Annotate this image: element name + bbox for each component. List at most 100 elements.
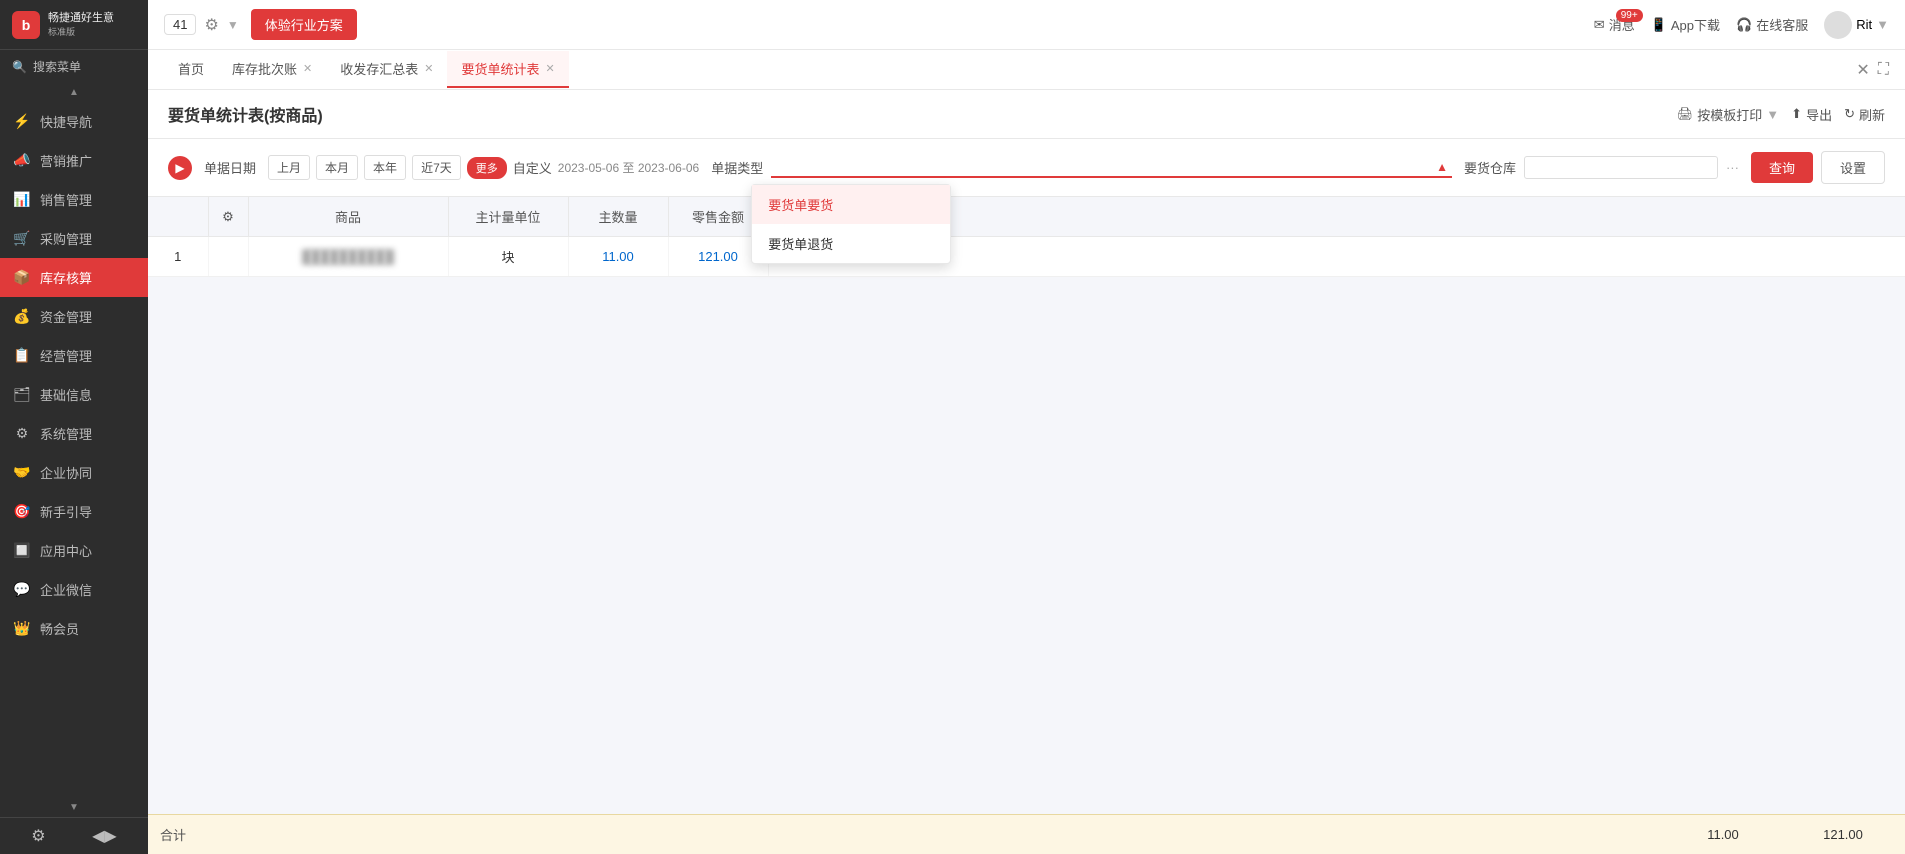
table-settings-icon[interactable]: ⚙: [222, 209, 234, 224]
sidebar-item-basic[interactable]: 🗂 基础信息: [0, 375, 148, 414]
filter-last-7days[interactable]: 近7天: [412, 155, 461, 180]
sidebar-item-operations[interactable]: 📋 经营管理: [0, 336, 148, 375]
online-service-btn[interactable]: 🎧 在线客服: [1736, 15, 1808, 34]
page-title-bar: 要货单统计表(按商品) 🖨 按模板打印 ▼ ⬆ 导出 ↻ 刷新: [148, 90, 1905, 139]
filter-expand-btn[interactable]: ▶: [168, 156, 192, 180]
filter-bar: ▶ 单据日期 上月 本月 本年 近7天 更多 自定义 2023-05-06 至 …: [148, 139, 1905, 197]
tab-fullscreen[interactable]: ⛶: [1878, 61, 1889, 79]
tab-order-stats-label: 要货单统计表: [461, 59, 539, 78]
refresh-btn[interactable]: ↻ 刷新: [1844, 105, 1885, 124]
warehouse-filter-label: 要货仓库: [1464, 158, 1516, 177]
app-download-btn[interactable]: 📱 App下载: [1651, 15, 1720, 34]
th-unit: 主计量单位: [448, 197, 568, 237]
type-select-arrow[interactable]: ▲: [1436, 160, 1448, 174]
app-download-icon: 📱: [1651, 17, 1667, 33]
sidebar-item-inventory[interactable]: 📦 库存核算: [0, 258, 148, 297]
warehouse-more-icon[interactable]: ···: [1726, 160, 1739, 175]
sidebar-item-label: 企业协同: [40, 463, 92, 482]
header-tab-info: 41 ⚙ ▼: [164, 14, 239, 35]
footer-amount: 121.00: [1793, 827, 1893, 842]
td-index: 1: [148, 237, 208, 277]
print-btn[interactable]: 🖨 按模板打印 ▼: [1677, 105, 1779, 124]
sidebar-scroll-down[interactable]: ▼: [0, 798, 148, 817]
tab-bar-actions: ✕ ⛶: [1856, 60, 1889, 80]
inventory-icon: 📦: [12, 269, 32, 286]
tab-home[interactable]: 首页: [164, 51, 218, 88]
filter-this-month[interactable]: 本月: [316, 155, 358, 180]
page-actions: 🖨 按模板打印 ▼ ⬆ 导出 ↻ 刷新: [1677, 105, 1885, 124]
data-table: ⚙ 商品 主计量单位 主数量 零售金额 1 ██████████: [148, 197, 1905, 277]
print-dropdown-icon: ▼: [1766, 107, 1779, 122]
filter-more-btn[interactable]: 更多: [467, 157, 507, 179]
type-dropdown-menu: 要货单要货 要货单退货: [751, 184, 951, 264]
sidebar-item-purchase[interactable]: 🛒 采购管理: [0, 219, 148, 258]
sidebar-logo: b 畅捷通好生意 标准版: [0, 0, 148, 50]
sidebar-item-quick-nav[interactable]: ⚡ 快捷导航: [0, 102, 148, 141]
sidebar-item-wechat[interactable]: 💬 企业微信: [0, 570, 148, 609]
footer-quantity: 11.00: [1673, 827, 1773, 842]
type-select-trigger[interactable]: ▲: [771, 158, 1452, 178]
sidebar-item-label: 应用中心: [40, 541, 92, 560]
export-icon: ⬆: [1791, 106, 1802, 122]
sidebar-item-label: 销售管理: [40, 190, 92, 209]
sidebar-item-label: 快捷导航: [40, 112, 92, 131]
table-row: 1 ██████████ 块 11.00 121.00: [148, 237, 1905, 277]
search-icon: 🔍: [12, 60, 27, 74]
sidebar-item-finance[interactable]: 💰 资金管理: [0, 297, 148, 336]
user-area[interactable]: Rit ▼: [1824, 11, 1889, 39]
message-btn[interactable]: ✉ 消息 99+: [1594, 15, 1635, 34]
tab-order-stats-close[interactable]: ✕: [546, 62, 555, 75]
tab-batch-account[interactable]: 库存批次账 ✕: [218, 51, 326, 88]
user-name: Rit: [1856, 17, 1872, 32]
th-quantity: 主数量: [568, 197, 668, 237]
content-area: 要货单统计表(按商品) 🖨 按模板打印 ▼ ⬆ 导出 ↻ 刷新 ▶: [148, 90, 1905, 854]
filter-custom-btn[interactable]: 自定义: [513, 158, 552, 177]
sidebar-item-marketing[interactable]: 📣 营销推广: [0, 141, 148, 180]
sidebar-scroll-up[interactable]: ▲: [0, 83, 148, 102]
sidebar-item-enterprise[interactable]: 🤝 企业协同: [0, 453, 148, 492]
settings-filter-btn[interactable]: 设置: [1821, 151, 1885, 184]
user-dropdown-icon: ▼: [1876, 17, 1889, 32]
tab-collect-summary-close[interactable]: ✕: [424, 62, 433, 75]
marketing-icon: 📣: [12, 152, 32, 169]
table-header-row: ⚙ 商品 主计量单位 主数量 零售金额: [148, 197, 1905, 237]
type-filter-label: 单据类型: [711, 158, 763, 177]
export-btn[interactable]: ⬆ 导出: [1791, 105, 1832, 124]
warehouse-filter-input[interactable]: [1524, 156, 1718, 179]
filter-warehouse-group: 要货仓库 ···: [1464, 156, 1739, 179]
wechat-icon: 💬: [12, 581, 32, 598]
sidebar-item-label: 基础信息: [40, 385, 92, 404]
filter-this-year[interactable]: 本年: [364, 155, 406, 180]
industry-btn[interactable]: 体验行业方案: [251, 9, 357, 40]
app-logo-text: 畅捷通好生意 标准版: [48, 11, 114, 38]
print-icon: 🖨: [1677, 106, 1694, 122]
sidebar-item-appstore[interactable]: 🔲 应用中心: [0, 531, 148, 570]
sidebar-search[interactable]: 🔍 搜索菜单: [0, 50, 148, 83]
filter-last-month[interactable]: 上月: [268, 155, 310, 180]
sidebar-item-member[interactable]: 👑 畅会员: [0, 609, 148, 648]
purchase-icon: 🛒: [12, 230, 32, 247]
dropdown-item-purchase-order[interactable]: 要货单要货: [752, 185, 950, 224]
sidebar-item-label: 库存核算: [40, 268, 92, 287]
sidebar-item-guide[interactable]: 🎯 新手引导: [0, 492, 148, 531]
collapse-sidebar-btn[interactable]: ◀▶: [92, 826, 117, 846]
tab-close-all[interactable]: ✕: [1856, 60, 1869, 80]
app-download-label: App下载: [1671, 15, 1720, 34]
system-icon: ⚙: [12, 425, 32, 442]
header-dropdown-arrow[interactable]: ▼: [227, 18, 239, 32]
tab-batch-account-close[interactable]: ✕: [303, 62, 312, 75]
sidebar-item-sales[interactable]: 📊 销售管理: [0, 180, 148, 219]
table-container: ⚙ 商品 主计量单位 主数量 零售金额 1 ██████████: [148, 197, 1905, 277]
sidebar-item-system[interactable]: ⚙ 系统管理: [0, 414, 148, 453]
settings-bottom-icon[interactable]: ⚙: [31, 826, 45, 846]
header-gear-icon[interactable]: ⚙: [204, 15, 218, 35]
tab-collect-summary[interactable]: 收发存汇总表 ✕: [326, 51, 447, 88]
tab-order-stats[interactable]: 要货单统计表 ✕: [447, 51, 568, 88]
query-btn[interactable]: 查询: [1751, 152, 1813, 183]
finance-icon: 💰: [12, 308, 32, 325]
th-product: 商品: [248, 197, 448, 237]
dropdown-item-return-order[interactable]: 要货单退货: [752, 224, 950, 263]
th-settings[interactable]: ⚙: [208, 197, 248, 237]
enterprise-icon: 🤝: [12, 464, 32, 481]
header-left: 41 ⚙ ▼ 体验行业方案: [164, 9, 357, 40]
